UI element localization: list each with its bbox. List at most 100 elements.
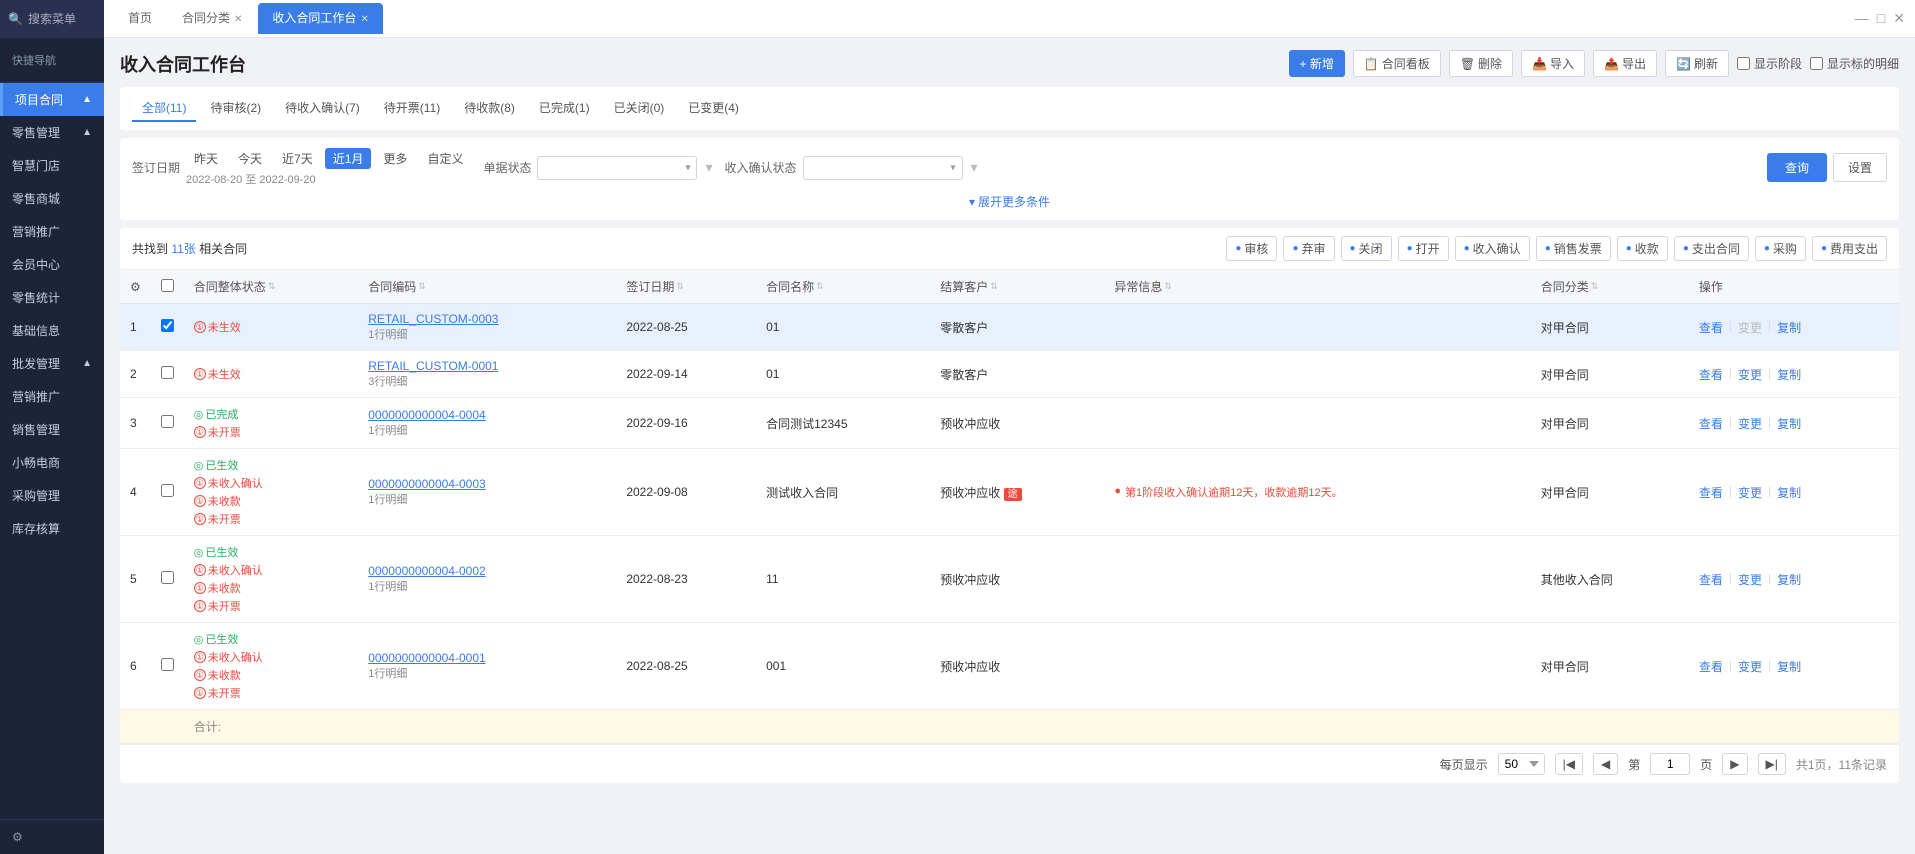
filter-tab-pending_confirm[interactable]: 待收入确认(7) bbox=[275, 95, 370, 122]
table-btn-close[interactable]: ●关闭 bbox=[1341, 236, 1392, 261]
sidebar-item-purchase[interactable]: 采购管理 bbox=[0, 479, 104, 512]
sidebar-item-retail_mgmt[interactable]: 零售管理▲ bbox=[0, 116, 104, 149]
quick-nav-label[interactable]: 快捷导航 bbox=[0, 46, 104, 74]
contract-code-link[interactable]: 0000000000004-0002 bbox=[368, 564, 485, 578]
tab-contract_cat[interactable]: 合同分类✕ bbox=[168, 3, 256, 34]
table-btn-audit[interactable]: ●审核 bbox=[1226, 236, 1277, 261]
filter-tab-all[interactable]: 全部(11) bbox=[132, 95, 196, 122]
import-button[interactable]: 📥 导入 bbox=[1521, 50, 1585, 77]
edit-link[interactable]: 变更 bbox=[1738, 484, 1762, 501]
tab-close-icon[interactable]: ✕ bbox=[360, 14, 368, 25]
export-button[interactable]: 📤 导出 bbox=[1593, 50, 1657, 77]
setting-button[interactable]: 设置 bbox=[1833, 153, 1887, 182]
refresh-button[interactable]: 🔄 刷新 bbox=[1665, 50, 1729, 77]
sidebar-item-smart_store[interactable]: 智慧门店 bbox=[0, 149, 104, 182]
view-link[interactable]: 查看 bbox=[1699, 319, 1723, 336]
show-stages-checkbox[interactable]: 显示阶段 bbox=[1737, 55, 1802, 72]
copy-link[interactable]: 复制 bbox=[1777, 366, 1801, 383]
view-link[interactable]: 查看 bbox=[1699, 571, 1723, 588]
date-opt-today[interactable]: 今天 bbox=[230, 148, 270, 169]
tab-close-icon[interactable]: ✕ bbox=[234, 14, 242, 25]
sidebar-item-inventory[interactable]: 库存核算 bbox=[0, 512, 104, 545]
table-btn-abandon[interactable]: ●弃审 bbox=[1283, 236, 1334, 261]
filter-tab-changed[interactable]: 已变更(4) bbox=[678, 95, 749, 122]
view-link[interactable]: 查看 bbox=[1699, 484, 1723, 501]
row-checkbox[interactable] bbox=[161, 571, 174, 584]
tab-income_workbench[interactable]: 收入合同工作台✕ bbox=[258, 3, 382, 34]
edit-link[interactable]: 变更 bbox=[1738, 319, 1762, 336]
row-checkbox[interactable] bbox=[161, 484, 174, 497]
copy-link[interactable]: 复制 bbox=[1777, 484, 1801, 501]
show-detail-checkbox[interactable]: 显示标的明细 bbox=[1810, 55, 1899, 72]
dashboard-button[interactable]: 📋 合同看板 bbox=[1353, 50, 1441, 77]
date-opt-more[interactable]: 更多 bbox=[375, 148, 415, 169]
sidebar-item-sales_mgmt[interactable]: 销售管理 bbox=[0, 413, 104, 446]
sidebar-item-marketing[interactable]: 营销推广 bbox=[0, 215, 104, 248]
current-page-input[interactable] bbox=[1650, 753, 1690, 775]
sidebar-item-base_info[interactable]: 基础信息 bbox=[0, 314, 104, 347]
query-button[interactable]: 查询 bbox=[1767, 153, 1827, 182]
page-size-select[interactable]: 50 100 200 bbox=[1498, 753, 1545, 775]
sidebar-item-wholesale[interactable]: 批发管理▲ bbox=[0, 347, 104, 380]
edit-link[interactable]: 变更 bbox=[1738, 571, 1762, 588]
filter-tab-pending_invoice[interactable]: 待开票(11) bbox=[374, 95, 450, 122]
row-checkbox[interactable] bbox=[161, 658, 174, 671]
select-all-checkbox[interactable] bbox=[161, 279, 174, 292]
filter-tab-pending_audit[interactable]: 待审核(2) bbox=[200, 95, 271, 122]
row-checkbox[interactable] bbox=[161, 366, 174, 379]
settings-icon[interactable]: ⚙ bbox=[130, 280, 141, 294]
row-checkbox[interactable] bbox=[161, 415, 174, 428]
minimize-btn[interactable]: — bbox=[1855, 10, 1869, 27]
expand-button[interactable]: ▾ 展开更多条件 bbox=[969, 193, 1050, 210]
prev-page-btn[interactable]: ◀ bbox=[1593, 753, 1618, 775]
table-scroll[interactable]: ⚙ 合同整体状态⇅ 合同编码⇅ 签订日期⇅ 合同名称⇅ 结算客户⇅ 异常信息⇅ … bbox=[120, 270, 1899, 744]
sidebar-item-retail_mall[interactable]: 零售商城 bbox=[0, 182, 104, 215]
next-page-btn[interactable]: ▶ bbox=[1722, 753, 1747, 775]
sidebar-search[interactable]: 🔍 搜索菜单 bbox=[0, 0, 104, 38]
table-btn-purchase[interactable]: ●采购 bbox=[1755, 236, 1806, 261]
view-link[interactable]: 查看 bbox=[1699, 366, 1723, 383]
row-checkbox[interactable] bbox=[161, 319, 174, 332]
contract-code-link[interactable]: RETAIL_CUSTOM-0001 bbox=[368, 359, 498, 373]
contract-code-link[interactable]: 0000000000004-0001 bbox=[368, 651, 485, 665]
contract-code-link[interactable]: 0000000000004-0004 bbox=[368, 408, 485, 422]
date-opt-last7[interactable]: 近7天 bbox=[274, 148, 321, 169]
sidebar-item-project[interactable]: 项目合同▲ bbox=[0, 83, 104, 116]
filter-tab-completed[interactable]: 已完成(1) bbox=[529, 95, 600, 122]
filter-tab-pending_collect[interactable]: 待收款(8) bbox=[454, 95, 525, 122]
table-btn-print[interactable]: ●打开 bbox=[1398, 236, 1449, 261]
view-link[interactable]: 查看 bbox=[1699, 658, 1723, 675]
contract-code-link[interactable]: RETAIL_CUSTOM-0003 bbox=[368, 312, 498, 326]
view-link[interactable]: 查看 bbox=[1699, 415, 1723, 432]
table-btn-output_contract[interactable]: ●支出合同 bbox=[1674, 236, 1749, 261]
sidebar-item-ecommerce[interactable]: 小畅电商 bbox=[0, 446, 104, 479]
add-button[interactable]: + 新增 bbox=[1289, 50, 1345, 77]
table-btn-sales_invoice[interactable]: ●销售发票 bbox=[1536, 236, 1611, 261]
copy-link[interactable]: 复制 bbox=[1777, 415, 1801, 432]
contract-code-link[interactable]: 0000000000004-0003 bbox=[368, 477, 485, 491]
date-opt-custom[interactable]: 自定义 bbox=[419, 148, 471, 169]
sidebar-item-member[interactable]: 会员中心 bbox=[0, 248, 104, 281]
close-btn[interactable]: ✕ bbox=[1893, 10, 1905, 27]
copy-link[interactable]: 复制 bbox=[1777, 658, 1801, 675]
last-page-btn[interactable]: ▶| bbox=[1758, 753, 1786, 775]
sidebar-settings[interactable]: ⚙ bbox=[0, 819, 104, 854]
edit-link[interactable]: 变更 bbox=[1738, 658, 1762, 675]
date-opt-yesterday[interactable]: 昨天 bbox=[186, 148, 226, 169]
income-status-select[interactable] bbox=[803, 156, 963, 180]
maximize-btn[interactable]: □ bbox=[1877, 10, 1885, 27]
tab-home[interactable]: 首页 bbox=[114, 3, 166, 34]
date-opt-last1month[interactable]: 近1月 bbox=[325, 148, 372, 169]
table-btn-income_confirm[interactable]: ●收入确认 bbox=[1455, 236, 1530, 261]
copy-link[interactable]: 复制 bbox=[1777, 571, 1801, 588]
table-btn-expense_out[interactable]: ●费用支出 bbox=[1812, 236, 1887, 261]
delete-button[interactable]: 🗑 删除 bbox=[1449, 50, 1513, 77]
copy-link[interactable]: 复制 bbox=[1777, 319, 1801, 336]
edit-link[interactable]: 变更 bbox=[1738, 415, 1762, 432]
sidebar-item-retail_stat[interactable]: 零售统计 bbox=[0, 281, 104, 314]
table-btn-collect[interactable]: ●收款 bbox=[1617, 236, 1668, 261]
first-page-btn[interactable]: |◀ bbox=[1555, 753, 1583, 775]
filter-tab-closed[interactable]: 已关闭(0) bbox=[604, 95, 675, 122]
sidebar-item-marketing2[interactable]: 营销推广 bbox=[0, 380, 104, 413]
doc-status-select[interactable] bbox=[537, 156, 697, 180]
